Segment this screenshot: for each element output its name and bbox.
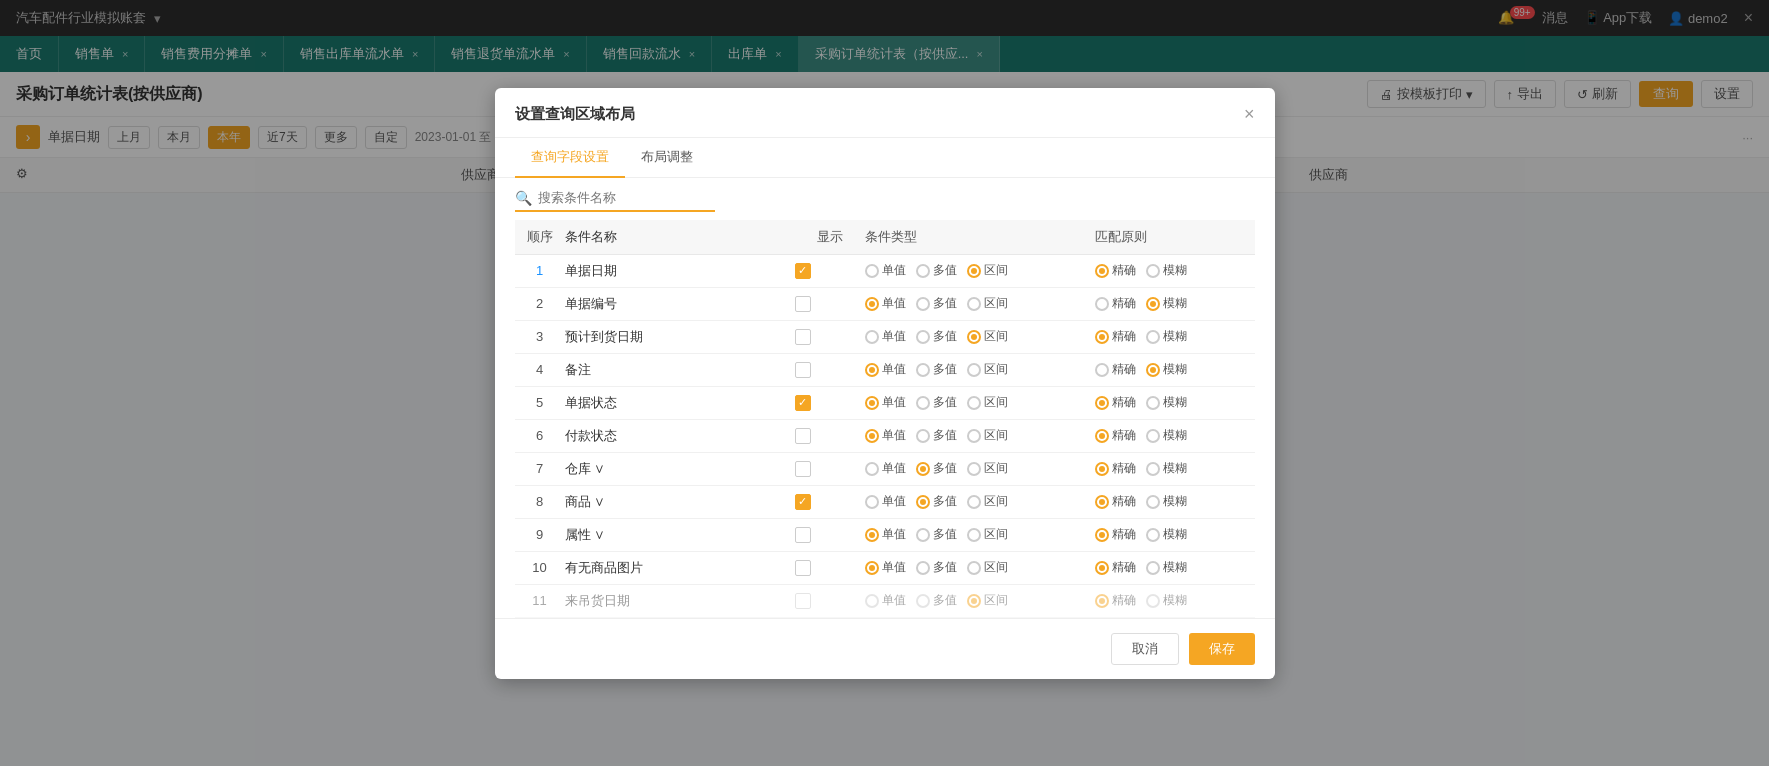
search-icon: 🔍 (515, 190, 532, 194)
search-input[interactable] (538, 190, 698, 193)
settings-dialog: 设置查询区域布局 × 查询字段设置 布局调整 🔍 顺序 (495, 88, 1275, 194)
dialog-title: 设置查询区域布局 (515, 105, 635, 124)
dialog-search-area: 🔍 (495, 178, 1275, 194)
dialog-close-button[interactable]: × (1244, 104, 1255, 125)
tab-layout-adjust[interactable]: 布局调整 (625, 138, 709, 178)
dialog-tabs: 查询字段设置 布局调整 (495, 138, 1275, 178)
dialog-header: 设置查询区域布局 × (495, 88, 1275, 138)
modal-overlay: 设置查询区域布局 × 查询字段设置 布局调整 🔍 顺序 (0, 0, 1769, 193)
tab-query-fields[interactable]: 查询字段设置 (515, 138, 625, 178)
search-box: 🔍 (515, 190, 715, 194)
